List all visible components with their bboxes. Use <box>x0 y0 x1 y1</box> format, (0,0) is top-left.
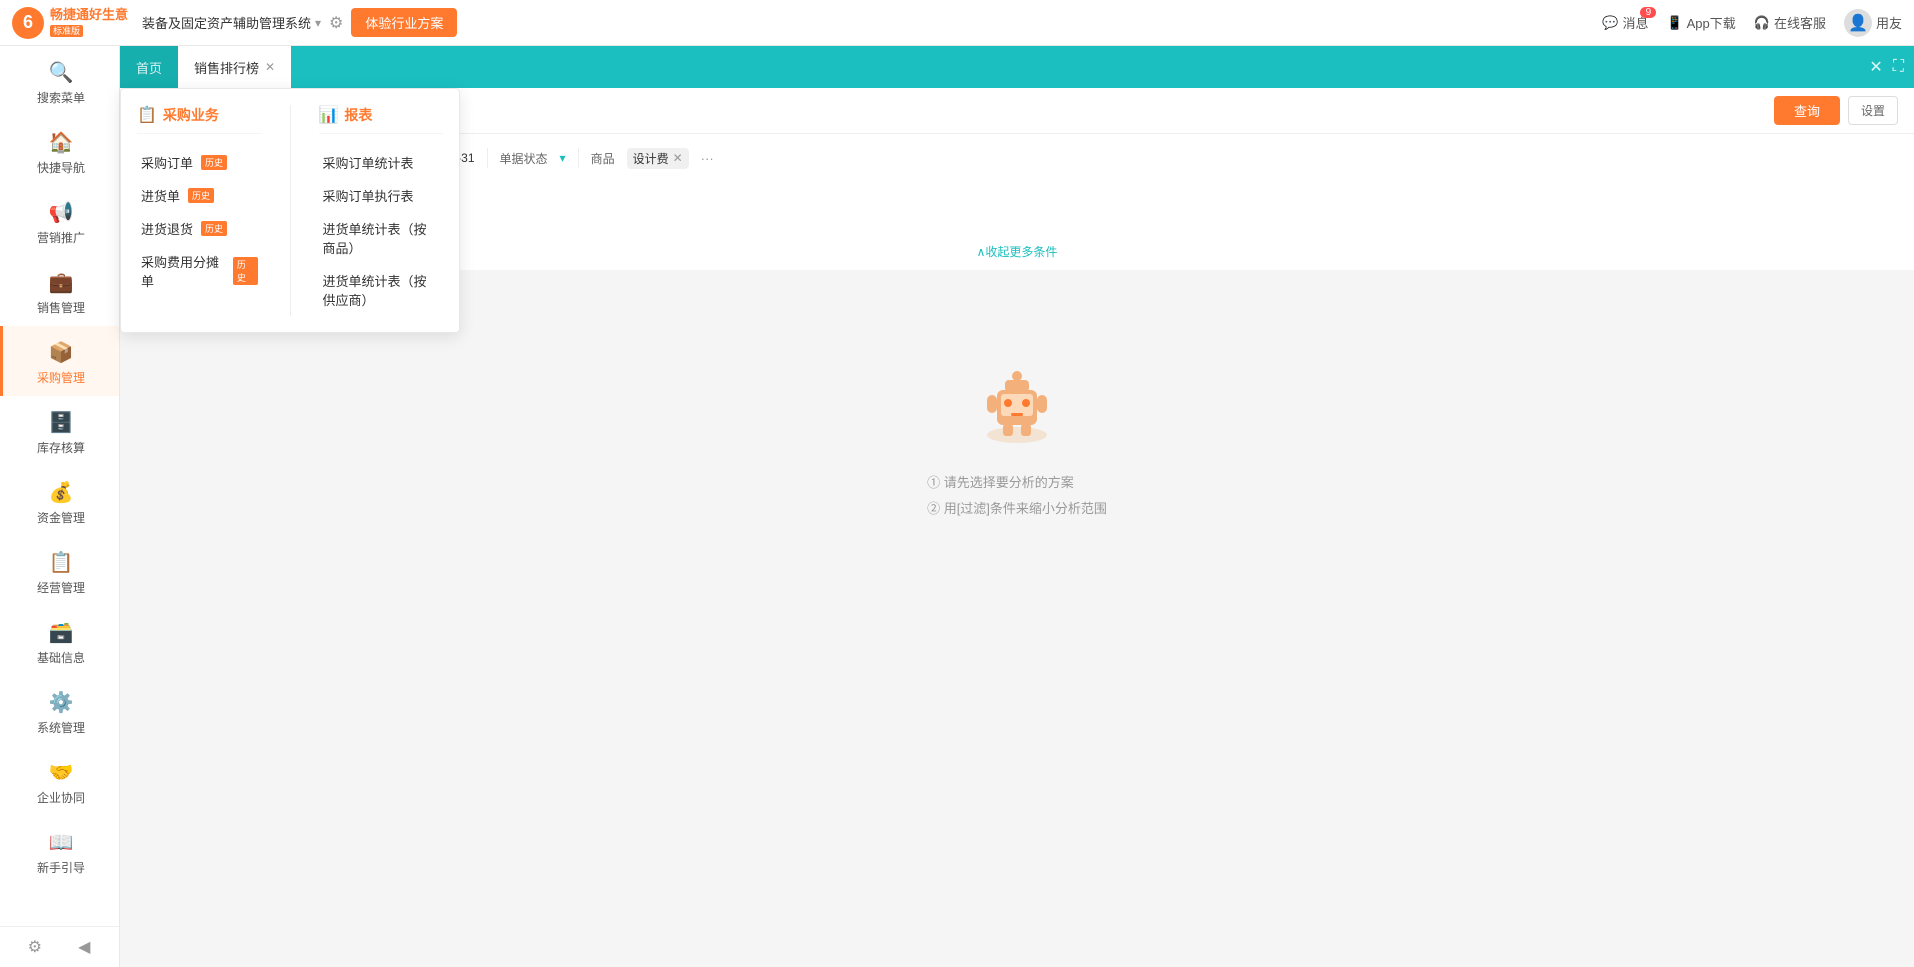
sidebar-item-guide[interactable]: 📖 新手引导 <box>0 816 119 886</box>
tab-expand-icon[interactable]: ⛶ <box>1893 58 1904 76</box>
dropdown-col-divider <box>290 105 291 316</box>
dropdown-item-inbound-stat-goods[interactable]: 进货单统计表（按商品） <box>319 212 444 264</box>
online-service-btn[interactable]: 🎧 在线客服 <box>1754 13 1826 32</box>
empty-tips: 请先选择要分析的方案 用[过滤]条件来缩小分析范围 <box>927 470 1107 522</box>
logo-icon: 6 <box>12 7 44 39</box>
dropdown-col2-title: 📊 报表 <box>319 105 444 134</box>
goods-tag-close-icon[interactable]: ✕ <box>673 151 683 165</box>
sidebar-item-funds[interactable]: 💰 资金管理 <box>0 466 119 536</box>
status-label: 单据状态 <box>500 150 548 167</box>
dropdown-item-order-stat[interactable]: 采购订单统计表 <box>319 146 444 179</box>
divider2 <box>578 148 579 168</box>
divider <box>487 148 488 168</box>
goods-more-icon[interactable]: ··· <box>701 151 714 166</box>
system-icon: ⚙️ <box>49 690 74 715</box>
basic-info-icon: 🗃️ <box>49 620 74 645</box>
sidebar-item-purchase[interactable]: 📦 采购管理 <box>0 326 119 396</box>
tab-sales-rank[interactable]: 销售排行榜 ✕ <box>178 46 291 88</box>
dropdown-col-reports: 📊 报表 采购订单统计表 采购订单执行表 进货单统计表（按商品） 进货单统计表（… <box>319 105 444 316</box>
dropdown-item-inbound-stat-supplier[interactable]: 进货单统计表（按供应商） <box>319 264 444 316</box>
sidebar-bottom: ⚙ ◀ <box>0 926 119 967</box>
dropdown-columns: 📋 采购业务 采购订单 历史 进货单 历史 进货退货 历史 采购费用分摊单 历史 <box>137 105 443 316</box>
dropdown-col1-title: 📋 采购业务 <box>137 105 262 134</box>
marketing-icon: 📢 <box>49 200 74 225</box>
user-btn[interactable]: 👤 用友 <box>1844 9 1902 37</box>
empty-illustration <box>967 350 1067 450</box>
industry-button[interactable]: 体验行业方案 <box>351 8 457 37</box>
sidebar-item-operations[interactable]: 📋 经营管理 <box>0 536 119 606</box>
sidebar: 🔍 搜索菜单 🏠 快捷导航 📢 营销推广 💼 销售管理 📦 采购管理 🗄️ 库存… <box>0 46 120 967</box>
settings-bottom-btn[interactable]: ⚙ <box>10 937 60 957</box>
search-icon: 🔍 <box>49 60 74 85</box>
home-icon: 🏠 <box>49 130 74 155</box>
logo-text: 畅捷通好生意 标准版 <box>50 7 128 38</box>
avatar: 👤 <box>1844 9 1872 37</box>
purchase-menu-icon: 📋 <box>137 105 157 125</box>
settings-button[interactable]: 设置 <box>1848 96 1898 125</box>
query-button[interactable]: 查询 <box>1774 96 1840 125</box>
guide-icon: 📖 <box>49 830 74 855</box>
operations-icon: 📋 <box>49 550 74 575</box>
empty-tip-2: 用[过滤]条件来缩小分析范围 <box>927 496 1107 522</box>
sidebar-item-marketing[interactable]: 📢 营销推广 <box>0 186 119 256</box>
reports-menu-icon: 📊 <box>319 105 339 125</box>
message-btn[interactable]: 💬 9 消息 <box>1602 13 1648 32</box>
dropdown-menu: 📋 采购业务 采购订单 历史 进货单 历史 进货退货 历史 采购费用分摊单 历史 <box>120 88 460 333</box>
dropdown-item-purchase-expense[interactable]: 采购费用分摊单 历史 <box>137 245 262 297</box>
top-bar-right: 💬 9 消息 📱 App下载 🎧 在线客服 👤 用友 <box>1602 9 1902 37</box>
app-download-btn[interactable]: 📱 App下载 <box>1666 13 1735 32</box>
empty-tip-1: 请先选择要分析的方案 <box>927 470 1107 496</box>
collapse-sidebar-btn[interactable]: ◀ <box>60 937 110 957</box>
dropdown-item-order-exec[interactable]: 采购订单执行表 <box>319 179 444 212</box>
status-selector: ▾ <box>560 151 566 165</box>
top-bar: 6 畅捷通好生意 标准版 装备及固定资产辅助管理系统 ▾ ⚙ 体验行业方案 💬 … <box>0 0 1914 46</box>
system-info: 装备及固定资产辅助管理系统 ▾ ⚙ 体验行业方案 <box>142 8 1602 37</box>
dropdown-col-purchase: 📋 采购业务 采购订单 历史 进货单 历史 进货退货 历史 采购费用分摊单 历史 <box>137 105 262 316</box>
status-dropdown[interactable]: ▾ <box>560 151 566 165</box>
headset-icon: 🎧 <box>1754 15 1770 31</box>
tab-bar: 首页 销售排行榜 ✕ ✕ ⛶ <box>120 46 1914 88</box>
tab-close-all-icon[interactable]: ✕ <box>1869 57 1882 77</box>
dropdown-item-inbound-return[interactable]: 进货退货 历史 <box>137 212 262 245</box>
message-icon: 💬 <box>1602 15 1618 31</box>
toolbar-right: 查询 设置 <box>1774 96 1898 125</box>
system-name: 装备及固定资产辅助管理系统 <box>142 13 311 32</box>
sidebar-item-inventory[interactable]: 🗄️ 库存核算 <box>0 396 119 466</box>
tab-home[interactable]: 首页 <box>120 46 178 88</box>
tab-bar-right: ✕ ⛶ <box>1869 57 1914 77</box>
sidebar-item-system[interactable]: ⚙️ 系统管理 <box>0 676 119 746</box>
goods-tag: 设计费 ✕ <box>627 148 689 169</box>
gear-icon[interactable]: ⚙ <box>329 13 343 33</box>
phone-icon: 📱 <box>1666 15 1682 31</box>
goods-label: 商品 <box>591 150 615 167</box>
dropdown-arrow-icon[interactable]: ▾ <box>315 16 321 30</box>
sales-icon: 💼 <box>49 270 74 295</box>
sidebar-item-quick-nav[interactable]: 🏠 快捷导航 <box>0 116 119 186</box>
sidebar-item-sales[interactable]: 💼 销售管理 <box>0 256 119 326</box>
inventory-icon: 🗄️ <box>49 410 74 435</box>
enterprise-icon: 🤝 <box>49 760 74 785</box>
dropdown-item-purchase-order[interactable]: 采购订单 历史 <box>137 146 262 179</box>
collapse-icon: ∧ <box>977 245 986 259</box>
purchase-icon: 📦 <box>49 340 74 365</box>
dropdown-item-inbound[interactable]: 进货单 历史 <box>137 179 262 212</box>
tab-close-icon[interactable]: ✕ <box>265 60 275 74</box>
sidebar-item-basic-info[interactable]: 🗃️ 基础信息 <box>0 606 119 676</box>
sidebar-item-search[interactable]: 🔍 搜索菜单 <box>0 46 119 116</box>
funds-icon: 💰 <box>49 480 74 505</box>
logo: 6 畅捷通好生意 标准版 <box>12 7 132 39</box>
sidebar-item-enterprise[interactable]: 🤝 企业协同 <box>0 746 119 816</box>
